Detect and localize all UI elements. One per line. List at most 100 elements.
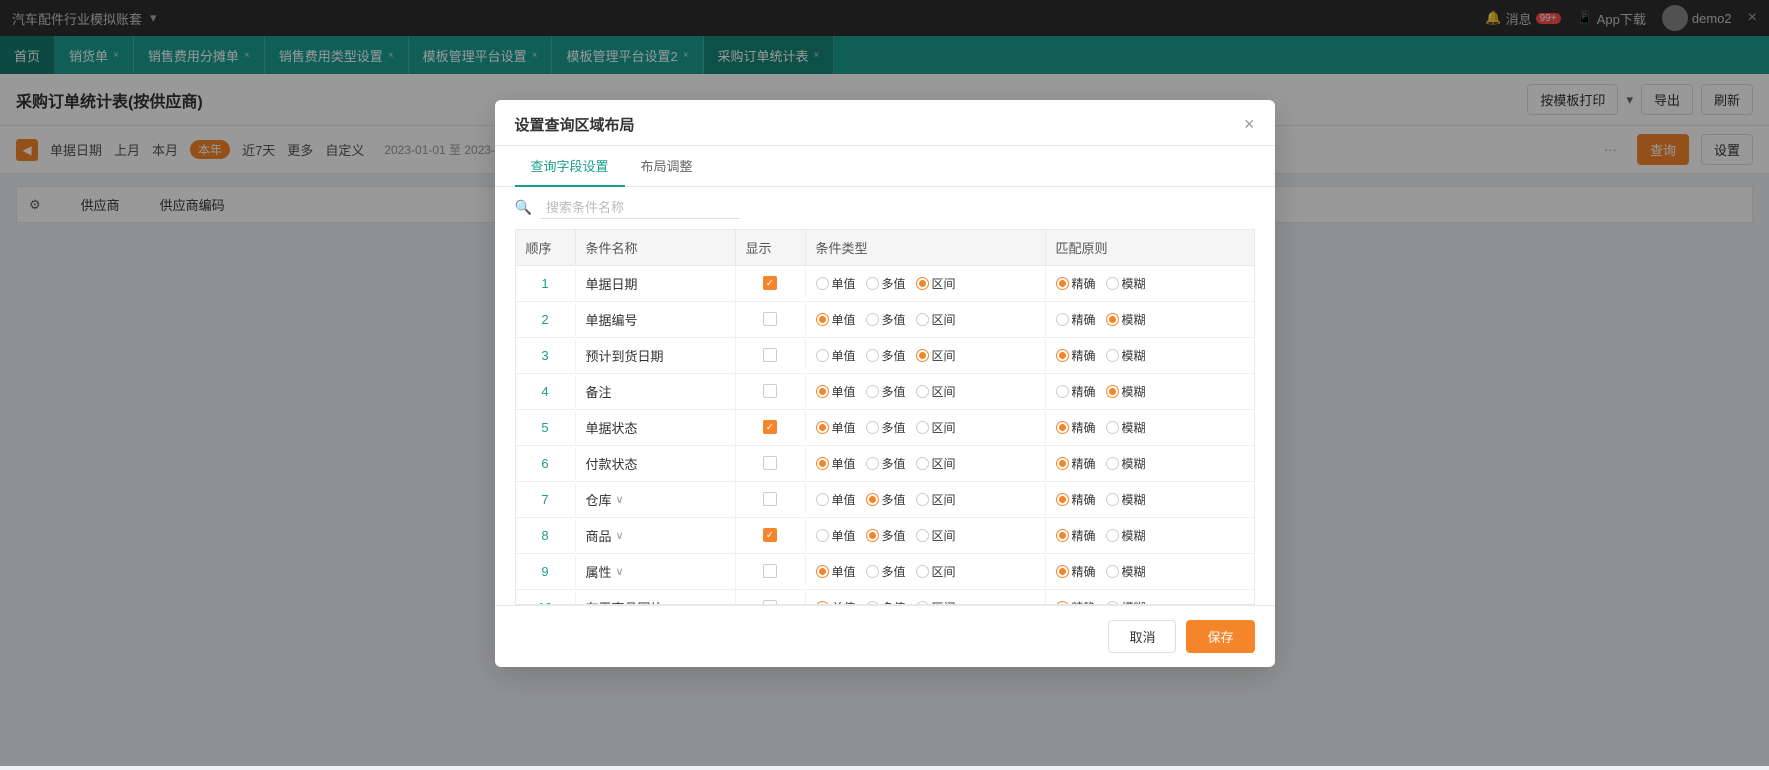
show-checkbox[interactable] [763,348,777,362]
dialog-title: 设置查询区域布局 [515,114,635,135]
type-single[interactable]: 单值 [816,563,856,580]
dialog-close-button[interactable]: × [1244,115,1255,133]
radio-dot-range [916,565,929,578]
save-button[interactable]: 保存 [1186,620,1254,653]
type-range[interactable]: 区间 [916,563,956,580]
type-range[interactable]: 区间 [916,383,956,400]
type-multi[interactable]: 多值 [866,563,906,580]
match-exact[interactable]: 精确 [1056,455,1096,472]
match-exact[interactable]: 精确 [1056,491,1096,508]
cell-order: 2 [516,304,576,335]
radio-dot-multi [866,565,879,578]
cell-order: 7 [516,484,576,515]
cell-order: 5 [516,412,576,443]
type-single[interactable]: 单值 [816,275,856,292]
type-range[interactable]: 区间 [916,419,956,436]
type-multi[interactable]: 多值 [866,383,906,400]
cell-show [736,340,806,370]
cell-order: 3 [516,340,576,371]
expand-icon[interactable]: ∨ [616,565,624,578]
table-row: 10有无商品图片单值多值区间精确模糊 [516,590,1254,605]
type-multi[interactable]: 多值 [866,347,906,364]
match-fuzzy[interactable]: 模糊 [1106,455,1146,472]
match-fuzzy[interactable]: 模糊 [1106,383,1146,400]
type-multi[interactable]: 多值 [866,311,906,328]
match-exact[interactable]: 精确 [1056,419,1096,436]
radio-dot-multi [866,349,879,362]
match-fuzzy[interactable]: 模糊 [1106,491,1146,508]
type-single[interactable]: 单值 [816,491,856,508]
type-multi[interactable]: 多值 [866,527,906,544]
type-multi[interactable]: 多值 [866,491,906,508]
match-fuzzy[interactable]: 模糊 [1106,527,1146,544]
match-dot-exact [1056,277,1069,290]
match-dot-fuzzy [1106,457,1119,470]
cell-type: 单值多值区间 [806,591,1046,605]
type-single[interactable]: 单值 [816,455,856,472]
col-match: 匹配原则 [1046,230,1226,265]
cell-type: 单值多值区间 [806,555,1046,588]
radio-dot-multi [866,421,879,434]
cell-name: 预计到货日期 [576,338,736,373]
type-radio-group: 单值多值区间 [816,311,956,328]
match-fuzzy[interactable]: 模糊 [1106,563,1146,580]
type-range[interactable]: 区间 [916,311,956,328]
match-exact[interactable]: 精确 [1056,311,1096,328]
cell-order: 8 [516,520,576,551]
type-multi[interactable]: 多值 [866,419,906,436]
dialog: 设置查询区域布局 × 查询字段设置 布局调整 🔍 顺序 条件名称 显示 条件类型 [495,100,1275,667]
radio-dot-range [916,349,929,362]
match-radio-group: 精确模糊 [1056,527,1146,544]
type-single[interactable]: 单值 [816,383,856,400]
show-checkbox[interactable] [763,384,777,398]
expand-icon[interactable]: ∨ [616,529,624,542]
match-dot-exact [1056,385,1069,398]
match-dot-exact [1056,493,1069,506]
show-checkbox[interactable] [763,312,777,326]
radio-dot-range [916,493,929,506]
match-exact[interactable]: 精确 [1056,275,1096,292]
cell-name: 有无商品图片 [576,590,736,605]
type-single[interactable]: 单值 [816,527,856,544]
cell-match: 精确模糊 [1046,267,1226,300]
match-exact[interactable]: 精确 [1056,347,1096,364]
type-range[interactable]: 区间 [916,491,956,508]
type-multi[interactable]: 多值 [866,275,906,292]
match-exact[interactable]: 精确 [1056,527,1096,544]
cancel-button[interactable]: 取消 [1108,620,1176,653]
match-exact[interactable]: 精确 [1056,383,1096,400]
expand-icon[interactable]: ∨ [616,493,624,506]
show-checkbox[interactable] [763,492,777,506]
match-fuzzy[interactable]: 模糊 [1106,347,1146,364]
dialog-tab-layout[interactable]: 布局调整 [625,146,709,187]
match-radio-group: 精确模糊 [1056,563,1146,580]
radio-dot-single [816,565,829,578]
search-input[interactable] [540,197,740,219]
type-range[interactable]: 区间 [916,347,956,364]
type-multi[interactable]: 多值 [866,455,906,472]
radio-dot-multi [866,493,879,506]
cell-name: 商品 ∨ [576,518,736,553]
show-checkbox[interactable] [763,456,777,470]
type-single[interactable]: 单值 [816,311,856,328]
match-exact[interactable]: 精确 [1056,563,1096,580]
match-fuzzy[interactable]: 模糊 [1106,311,1146,328]
type-range[interactable]: 区间 [916,275,956,292]
cell-order: 9 [516,556,576,587]
show-checkbox[interactable]: ✓ [763,420,777,434]
show-checkbox[interactable]: ✓ [763,276,777,290]
type-range[interactable]: 区间 [916,527,956,544]
show-checkbox[interactable]: ✓ [763,528,777,542]
type-range[interactable]: 区间 [916,455,956,472]
dialog-tab-query-field[interactable]: 查询字段设置 [515,146,625,187]
match-fuzzy[interactable]: 模糊 [1106,275,1146,292]
cell-match: 精确模糊 [1046,303,1226,336]
match-fuzzy[interactable]: 模糊 [1106,419,1146,436]
radio-dot-range [916,529,929,542]
type-single[interactable]: 单值 [816,347,856,364]
match-radio-group: 精确模糊 [1056,419,1146,436]
match-dot-exact [1056,529,1069,542]
type-single[interactable]: 单值 [816,419,856,436]
show-checkbox[interactable] [763,564,777,578]
match-radio-group: 精确模糊 [1056,455,1146,472]
